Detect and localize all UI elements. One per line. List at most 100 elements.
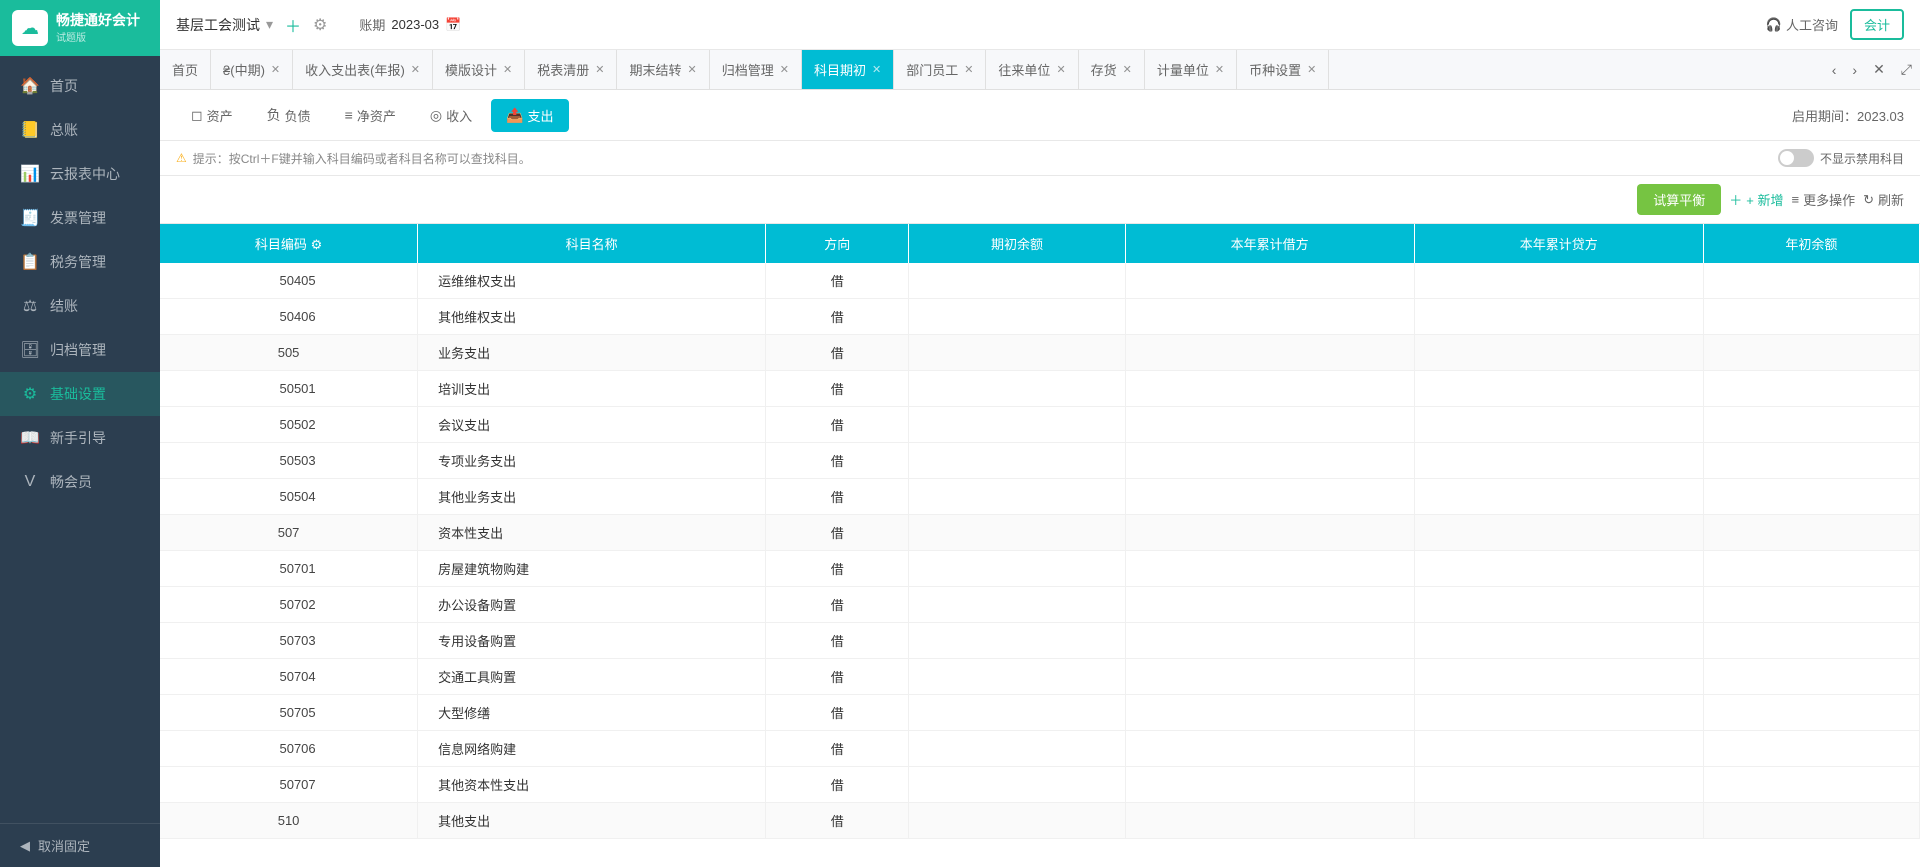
sidebar-item-archive[interactable]: 🗄归档管理 (0, 328, 160, 372)
tab-income[interactable]: 收入支出表(年报)✕ (293, 50, 433, 89)
tab-partner[interactable]: 往来单位✕ (986, 50, 1078, 89)
tab-close-income[interactable]: ✕ (411, 63, 420, 76)
sidebar-item-invoice[interactable]: 🧾发票管理 (0, 196, 160, 240)
sidebar-item-member[interactable]: V畅会员 (0, 460, 160, 504)
subtab-income2[interactable]: ◎收入 (415, 99, 487, 132)
table-row[interactable]: 50502会议支出借 (160, 407, 1920, 443)
subtab-equity[interactable]: ≡净资产 (330, 99, 411, 132)
warning-icon: ⚠ (176, 151, 187, 165)
tab-scroll-left[interactable]: ‹ (1824, 58, 1845, 82)
col-header-direction: 方向 (766, 224, 909, 263)
tab-close-subject[interactable]: ✕ (872, 63, 881, 76)
toggle-disabled-subjects[interactable]: 不显示禁用科目 (1778, 149, 1904, 167)
table-row[interactable]: 50707其他资本性支出借 (160, 767, 1920, 803)
cell-name: 交通工具购置 (418, 659, 766, 695)
sidebar-item-ledger[interactable]: 📒总账 (0, 108, 160, 152)
tab-inventory[interactable]: 存货 ✕ (1079, 50, 1145, 89)
cell-ytd_debit (1125, 335, 1414, 371)
table-row[interactable]: 50704交通工具购置借 (160, 659, 1920, 695)
tab-interim[interactable]: ₴(中期)✕ (211, 50, 293, 89)
tab-close-unit[interactable]: ✕ (1215, 63, 1224, 76)
tab-scroll-right[interactable]: › (1844, 58, 1865, 82)
cell-opening (909, 407, 1125, 443)
sidebar-icon-ledger: 📒 (20, 120, 40, 140)
support-btn[interactable]: 🎧 人工咨询 (1766, 15, 1838, 34)
tab-close-template[interactable]: ✕ (503, 63, 512, 76)
tab-close-partner[interactable]: ✕ (1056, 63, 1065, 76)
tab-close-all[interactable]: ✕ (1865, 57, 1893, 82)
table-row[interactable]: 50405运维维权支出借 (160, 263, 1920, 299)
trial-balance-btn[interactable]: 试算平衡 (1637, 184, 1721, 215)
account-btn[interactable]: 会计 (1850, 9, 1904, 40)
table-row[interactable]: 505业务支出借 (160, 335, 1920, 371)
sidebar-item-close[interactable]: ⚖结账 (0, 284, 160, 328)
sidebar-item-reports[interactable]: 📊云报表中心 (0, 152, 160, 196)
tab-archivemgr[interactable]: 归档管理✕ (710, 50, 802, 89)
tab-label-inventory: 存货 (1091, 60, 1117, 79)
add-btn[interactable]: ＋ + 新增 (1729, 190, 1783, 209)
table-row[interactable]: 50702办公设备购置借 (160, 587, 1920, 623)
cell-ytd_debit (1125, 443, 1414, 479)
table-row[interactable]: 507资本性支出借 (160, 515, 1920, 551)
cell-name: 会议支出 (418, 407, 766, 443)
tab-unit[interactable]: 计量单位 ✕ (1145, 50, 1237, 89)
tab-taxlist[interactable]: 税表清册✕ (525, 50, 617, 89)
table-row[interactable]: 50706信息网络购建借 (160, 731, 1920, 767)
table-row[interactable]: 50503专项业务支出借 (160, 443, 1920, 479)
sidebar-item-home[interactable]: 🏠首页 (0, 64, 160, 108)
cell-ytd_balance (1703, 731, 1919, 767)
table-row[interactable]: 50406其他维权支出借 (160, 299, 1920, 335)
toggle-track[interactable] (1778, 149, 1814, 167)
cell-direction: 借 (766, 407, 909, 443)
settings-icon[interactable]: ⚙ (313, 15, 327, 35)
cell-opening (909, 731, 1125, 767)
add-company-btn[interactable]: ＋ (285, 13, 301, 37)
sidebar-item-settings[interactable]: ⚙基础设置 (0, 372, 160, 416)
tab-close-currency[interactable]: ✕ (1307, 63, 1316, 76)
tab-close-dept[interactable]: ✕ (964, 63, 973, 76)
cell-code: 50502 (160, 407, 418, 443)
refresh-btn[interactable]: ↻ 刷新 (1863, 190, 1904, 209)
cell-direction: 借 (766, 263, 909, 299)
tab-label-unit: 计量单位 (1157, 60, 1209, 79)
tab-yearend[interactable]: 期末结转 ✕ (617, 50, 709, 89)
table-row[interactable]: 50703专用设备购置借 (160, 623, 1920, 659)
sidebar-collapse-btn[interactable]: ◀ 取消固定 (0, 823, 160, 867)
cell-code: 510 (160, 803, 418, 839)
tab-label-yearend: 期末结转 (629, 60, 681, 79)
subtab-liabilities[interactable]: 负负债 (252, 98, 326, 132)
more-btn[interactable]: ≡ 更多操作 (1791, 190, 1855, 209)
settings-icon-col[interactable]: ⚙ (311, 237, 323, 252)
tab-close-inventory[interactable]: ✕ (1123, 63, 1132, 76)
col-header-ytd_debit: 本年累计借方 (1125, 224, 1414, 263)
company-selector[interactable]: 基层工会测试 ▾ (176, 15, 273, 35)
topbar-right: 🎧 人工咨询 会计 (1766, 9, 1904, 40)
tab-template[interactable]: 模版设计✕ (433, 50, 525, 89)
subtab-expenditure[interactable]: 📤支出 (491, 99, 568, 132)
table-row[interactable]: 510其他支出借 (160, 803, 1920, 839)
col-label-code: 科目编码 (255, 237, 307, 252)
calendar-icon[interactable]: 📅 (445, 17, 461, 33)
table-row[interactable]: 50701房屋建筑物购建借 (160, 551, 1920, 587)
cell-ytd_debit (1125, 371, 1414, 407)
cell-ytd_credit (1414, 299, 1703, 335)
tab-currency[interactable]: 币种设置✕ (1237, 50, 1329, 89)
sidebar-item-guide[interactable]: 📖新手引导 (0, 416, 160, 460)
sidebar-icon-invoice: 🧾 (20, 208, 40, 228)
tab-dept[interactable]: 部门员工✕ (894, 50, 986, 89)
subjects-table-wrap: 科目编码 ⚙科目名称方向期初余额本年累计借方本年累计贷方年初余额 50405运维… (160, 224, 1920, 867)
tab-home[interactable]: 首页 (160, 50, 211, 89)
cell-direction: 借 (766, 299, 909, 335)
subtab-assets[interactable]: ◻资产 (176, 99, 248, 132)
tab-close-yearend[interactable]: ✕ (688, 63, 697, 76)
sidebar-item-tax[interactable]: 📋税务管理 (0, 240, 160, 284)
tab-close-taxlist[interactable]: ✕ (595, 63, 604, 76)
tab-subject[interactable]: 科目期初✕ (802, 50, 894, 89)
tab-close-archivemgr[interactable]: ✕ (780, 63, 789, 76)
cell-code: 50702 (160, 587, 418, 623)
table-row[interactable]: 50504其他业务支出借 (160, 479, 1920, 515)
table-row[interactable]: 50501培训支出借 (160, 371, 1920, 407)
tab-fullscreen[interactable]: ⤢ (1893, 57, 1920, 82)
table-row[interactable]: 50705大型修缮借 (160, 695, 1920, 731)
tab-close-interim[interactable]: ✕ (271, 63, 280, 76)
